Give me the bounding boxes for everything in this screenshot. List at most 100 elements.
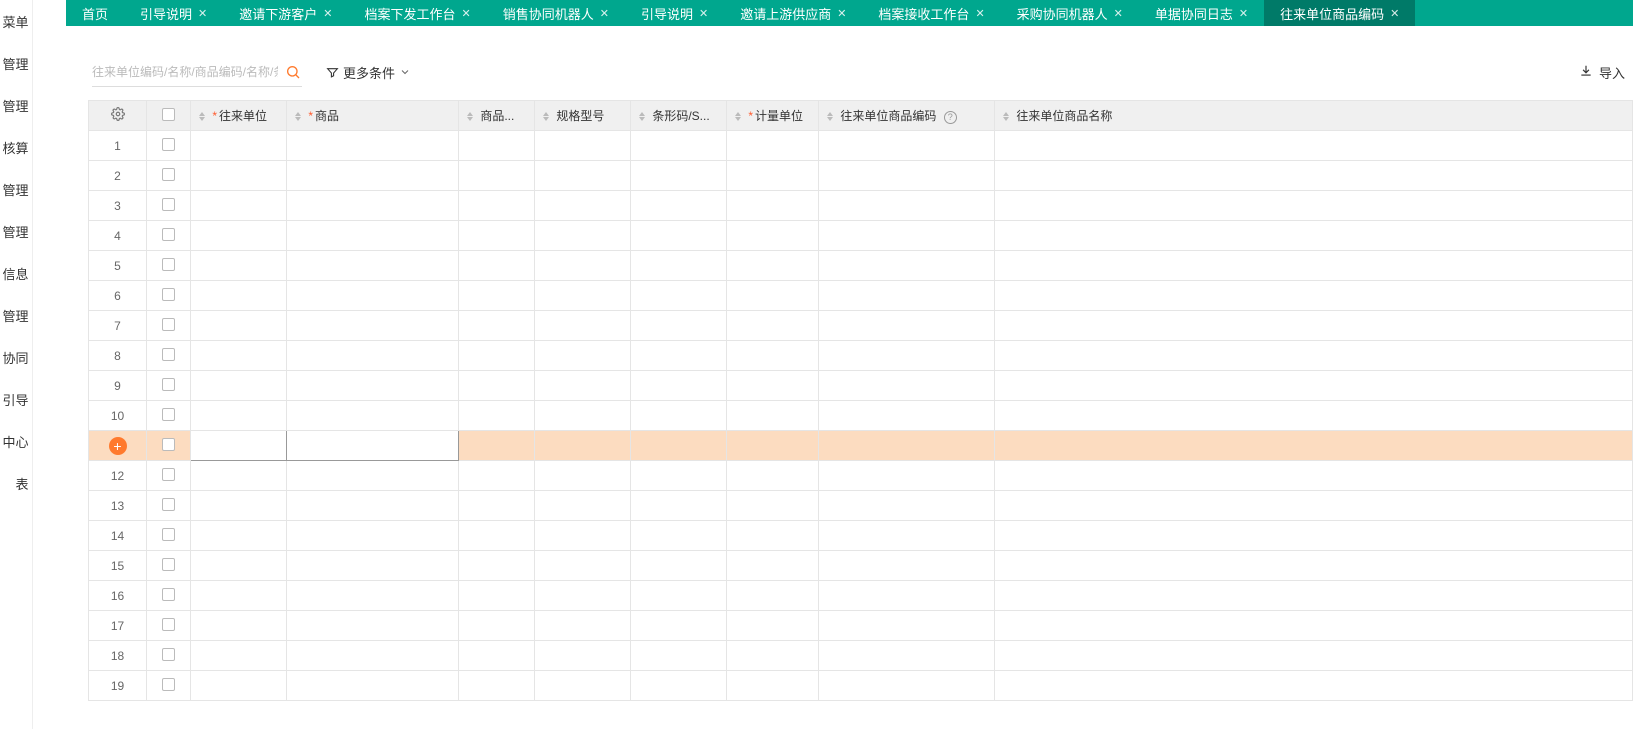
- cell[interactable]: [631, 221, 727, 251]
- row-checkbox[interactable]: [162, 678, 175, 691]
- cell[interactable]: [191, 341, 287, 371]
- sidebar-item[interactable]: 信息: [0, 252, 33, 294]
- cell[interactable]: [287, 671, 459, 701]
- column-unit-code[interactable]: 往来单位商品编码 ?: [819, 101, 995, 131]
- cell[interactable]: [631, 281, 727, 311]
- close-icon[interactable]: ✕: [198, 7, 207, 20]
- table-row[interactable]: 14: [89, 521, 1633, 551]
- cell[interactable]: [535, 551, 631, 581]
- search-icon[interactable]: [284, 63, 302, 81]
- table-row[interactable]: 6: [89, 281, 1633, 311]
- cell[interactable]: [727, 161, 819, 191]
- cell[interactable]: [819, 611, 995, 641]
- help-icon[interactable]: ?: [944, 111, 957, 124]
- cell[interactable]: [535, 281, 631, 311]
- table-row[interactable]: 12: [89, 461, 1633, 491]
- sort-icon[interactable]: [199, 112, 205, 121]
- cell[interactable]: [287, 221, 459, 251]
- row-checkbox[interactable]: [162, 348, 175, 361]
- cell[interactable]: [459, 221, 535, 251]
- cell[interactable]: [191, 401, 287, 431]
- table-row[interactable]: 1: [89, 131, 1633, 161]
- cell[interactable]: [459, 551, 535, 581]
- cell[interactable]: [631, 461, 727, 491]
- cell[interactable]: [727, 551, 819, 581]
- cell[interactable]: [191, 311, 287, 341]
- cell[interactable]: [535, 581, 631, 611]
- cell[interactable]: [287, 551, 459, 581]
- cell[interactable]: [459, 491, 535, 521]
- cell[interactable]: [459, 161, 535, 191]
- tab[interactable]: 邀请上游供应商✕: [724, 0, 862, 26]
- row-checkbox[interactable]: [162, 528, 175, 541]
- sidebar-item[interactable]: 管理: [0, 294, 33, 336]
- table-row[interactable]: 2: [89, 161, 1633, 191]
- cell[interactable]: [727, 191, 819, 221]
- cell[interactable]: [631, 341, 727, 371]
- table-row[interactable]: 5: [89, 251, 1633, 281]
- cell[interactable]: [995, 281, 1633, 311]
- column-unit-name[interactable]: 往来单位商品名称: [995, 101, 1633, 131]
- cell[interactable]: [995, 131, 1633, 161]
- sidebar-item[interactable]: 管理: [0, 42, 33, 84]
- cell[interactable]: [819, 671, 995, 701]
- cell[interactable]: [287, 251, 459, 281]
- table-row[interactable]: 7: [89, 311, 1633, 341]
- table-row[interactable]: 3: [89, 191, 1633, 221]
- table-row[interactable]: 9: [89, 371, 1633, 401]
- cell[interactable]: [535, 161, 631, 191]
- cell[interactable]: [631, 581, 727, 611]
- cell[interactable]: [287, 641, 459, 671]
- cell[interactable]: [287, 581, 459, 611]
- cell[interactable]: [727, 221, 819, 251]
- cell[interactable]: [191, 281, 287, 311]
- cell[interactable]: [727, 251, 819, 281]
- cell[interactable]: [287, 371, 459, 401]
- cell[interactable]: [819, 251, 995, 281]
- add-row-button[interactable]: +: [109, 437, 127, 455]
- column-spec[interactable]: 规格型号: [535, 101, 631, 131]
- cell[interactable]: [819, 281, 995, 311]
- row-checkbox[interactable]: [162, 498, 175, 511]
- cell[interactable]: [727, 371, 819, 401]
- cell[interactable]: [459, 281, 535, 311]
- sort-icon[interactable]: [735, 112, 741, 121]
- cell[interactable]: [819, 341, 995, 371]
- cell[interactable]: [631, 371, 727, 401]
- close-icon[interactable]: ✕: [837, 7, 846, 20]
- cell[interactable]: [819, 431, 995, 461]
- cell[interactable]: [995, 491, 1633, 521]
- cell[interactable]: [287, 281, 459, 311]
- cell[interactable]: [995, 641, 1633, 671]
- sort-icon[interactable]: [295, 112, 301, 121]
- row-checkbox[interactable]: [162, 468, 175, 481]
- sidebar-item[interactable]: 协同: [0, 336, 33, 378]
- sidebar-item[interactable]: 管理: [0, 210, 33, 252]
- sidebar-item[interactable]: 引导: [0, 378, 33, 420]
- row-checkbox[interactable]: [162, 408, 175, 421]
- table-row[interactable]: 18: [89, 641, 1633, 671]
- cell[interactable]: [287, 131, 459, 161]
- close-icon[interactable]: ✕: [462, 7, 471, 20]
- cell[interactable]: [287, 161, 459, 191]
- tab[interactable]: 销售协同机器人✕: [487, 0, 625, 26]
- cell[interactable]: [287, 461, 459, 491]
- checkbox-all[interactable]: [162, 108, 175, 121]
- cell[interactable]: [819, 191, 995, 221]
- cell[interactable]: [995, 551, 1633, 581]
- close-icon[interactable]: ✕: [1390, 7, 1399, 20]
- cell[interactable]: [535, 131, 631, 161]
- cell[interactable]: [819, 461, 995, 491]
- cell[interactable]: [535, 371, 631, 401]
- cell[interactable]: [191, 551, 287, 581]
- cell[interactable]: [459, 581, 535, 611]
- cell[interactable]: [191, 671, 287, 701]
- cell[interactable]: [459, 431, 535, 461]
- cell[interactable]: [535, 491, 631, 521]
- row-checkbox[interactable]: [162, 318, 175, 331]
- row-checkbox[interactable]: [162, 288, 175, 301]
- cell[interactable]: [459, 311, 535, 341]
- cell[interactable]: [631, 311, 727, 341]
- cell[interactable]: [631, 431, 727, 461]
- cell[interactable]: [287, 401, 459, 431]
